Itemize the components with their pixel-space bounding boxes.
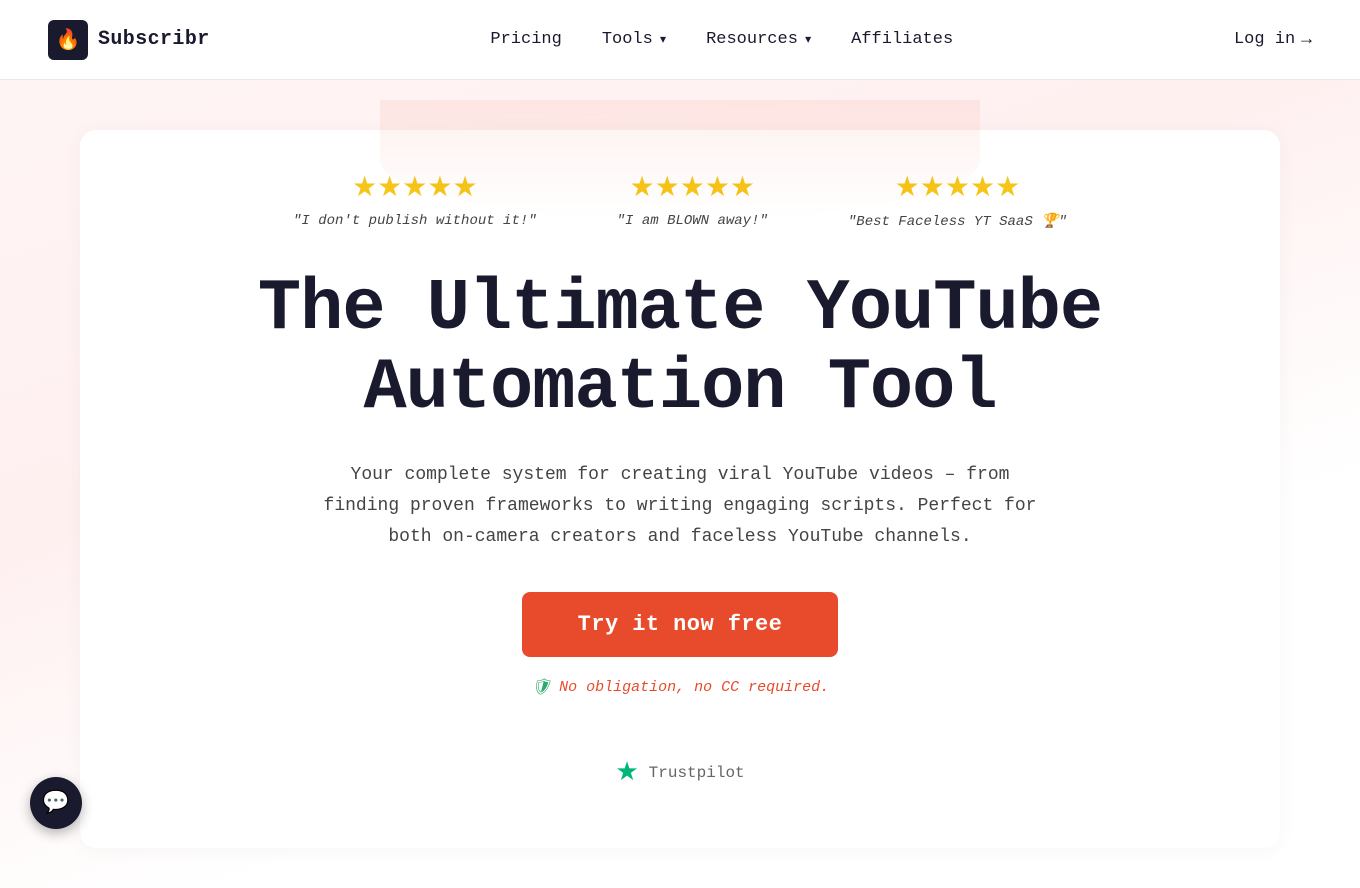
login-label: Log in <box>1234 30 1295 49</box>
chat-icon: 💬 <box>42 790 69 816</box>
logo[interactable]: 🔥 Subscribr <box>48 20 210 60</box>
resources-link[interactable]: Resources <box>706 30 811 49</box>
flame-icon: 🔥 <box>56 27 81 53</box>
login-link[interactable]: Log in → <box>1234 30 1312 50</box>
nav-item-resources[interactable]: Resources <box>706 30 811 49</box>
logo-icon: 🔥 <box>48 20 88 60</box>
nav-item-tools[interactable]: Tools <box>602 30 666 49</box>
login-arrow-icon: → <box>1301 30 1312 50</box>
shield-icon: 🛡 <box>531 677 551 697</box>
nav-item-affiliates[interactable]: Affiliates <box>851 30 953 49</box>
navbar: 🔥 Subscribr Pricing Tools Resources Affi… <box>0 0 1360 80</box>
no-obligation-text: No obligation, no CC required. <box>559 679 829 696</box>
trustpilot-strip: ★ Trustpilot <box>140 737 1220 788</box>
subheadline: Your complete system for creating viral … <box>310 460 1050 552</box>
main-headline: The Ultimate YouTube Automation Tool <box>140 270 1220 428</box>
chat-bubble[interactable]: 💬 <box>30 777 82 829</box>
trustpilot-label: Trustpilot <box>649 764 745 782</box>
quote-1: "I don't publish without it!" <box>293 213 537 229</box>
nav-links: Pricing Tools Resources Affiliates <box>490 30 953 49</box>
cta-button[interactable]: Try it now free <box>522 592 839 657</box>
no-obligation-row: 🛡 No obligation, no CC required. <box>140 677 1220 697</box>
headline-line2: Automation Tool <box>363 347 996 429</box>
quote-3: "Best Faceless YT SaaS 🏆" <box>848 213 1067 230</box>
headline-line1: The Ultimate YouTube <box>258 268 1102 350</box>
pricing-link[interactable]: Pricing <box>490 30 561 49</box>
background-blob <box>380 100 980 220</box>
cta-container: Try it now free <box>140 592 1220 677</box>
affiliates-link[interactable]: Affiliates <box>851 30 953 49</box>
hero-section: ★★★★★ "I don't publish without it!" ★★★★… <box>80 130 1280 848</box>
logo-text: Subscribr <box>98 28 210 51</box>
nav-item-pricing[interactable]: Pricing <box>490 30 561 49</box>
trustpilot-star-icon: ★ <box>615 757 638 788</box>
tools-link[interactable]: Tools <box>602 30 666 49</box>
